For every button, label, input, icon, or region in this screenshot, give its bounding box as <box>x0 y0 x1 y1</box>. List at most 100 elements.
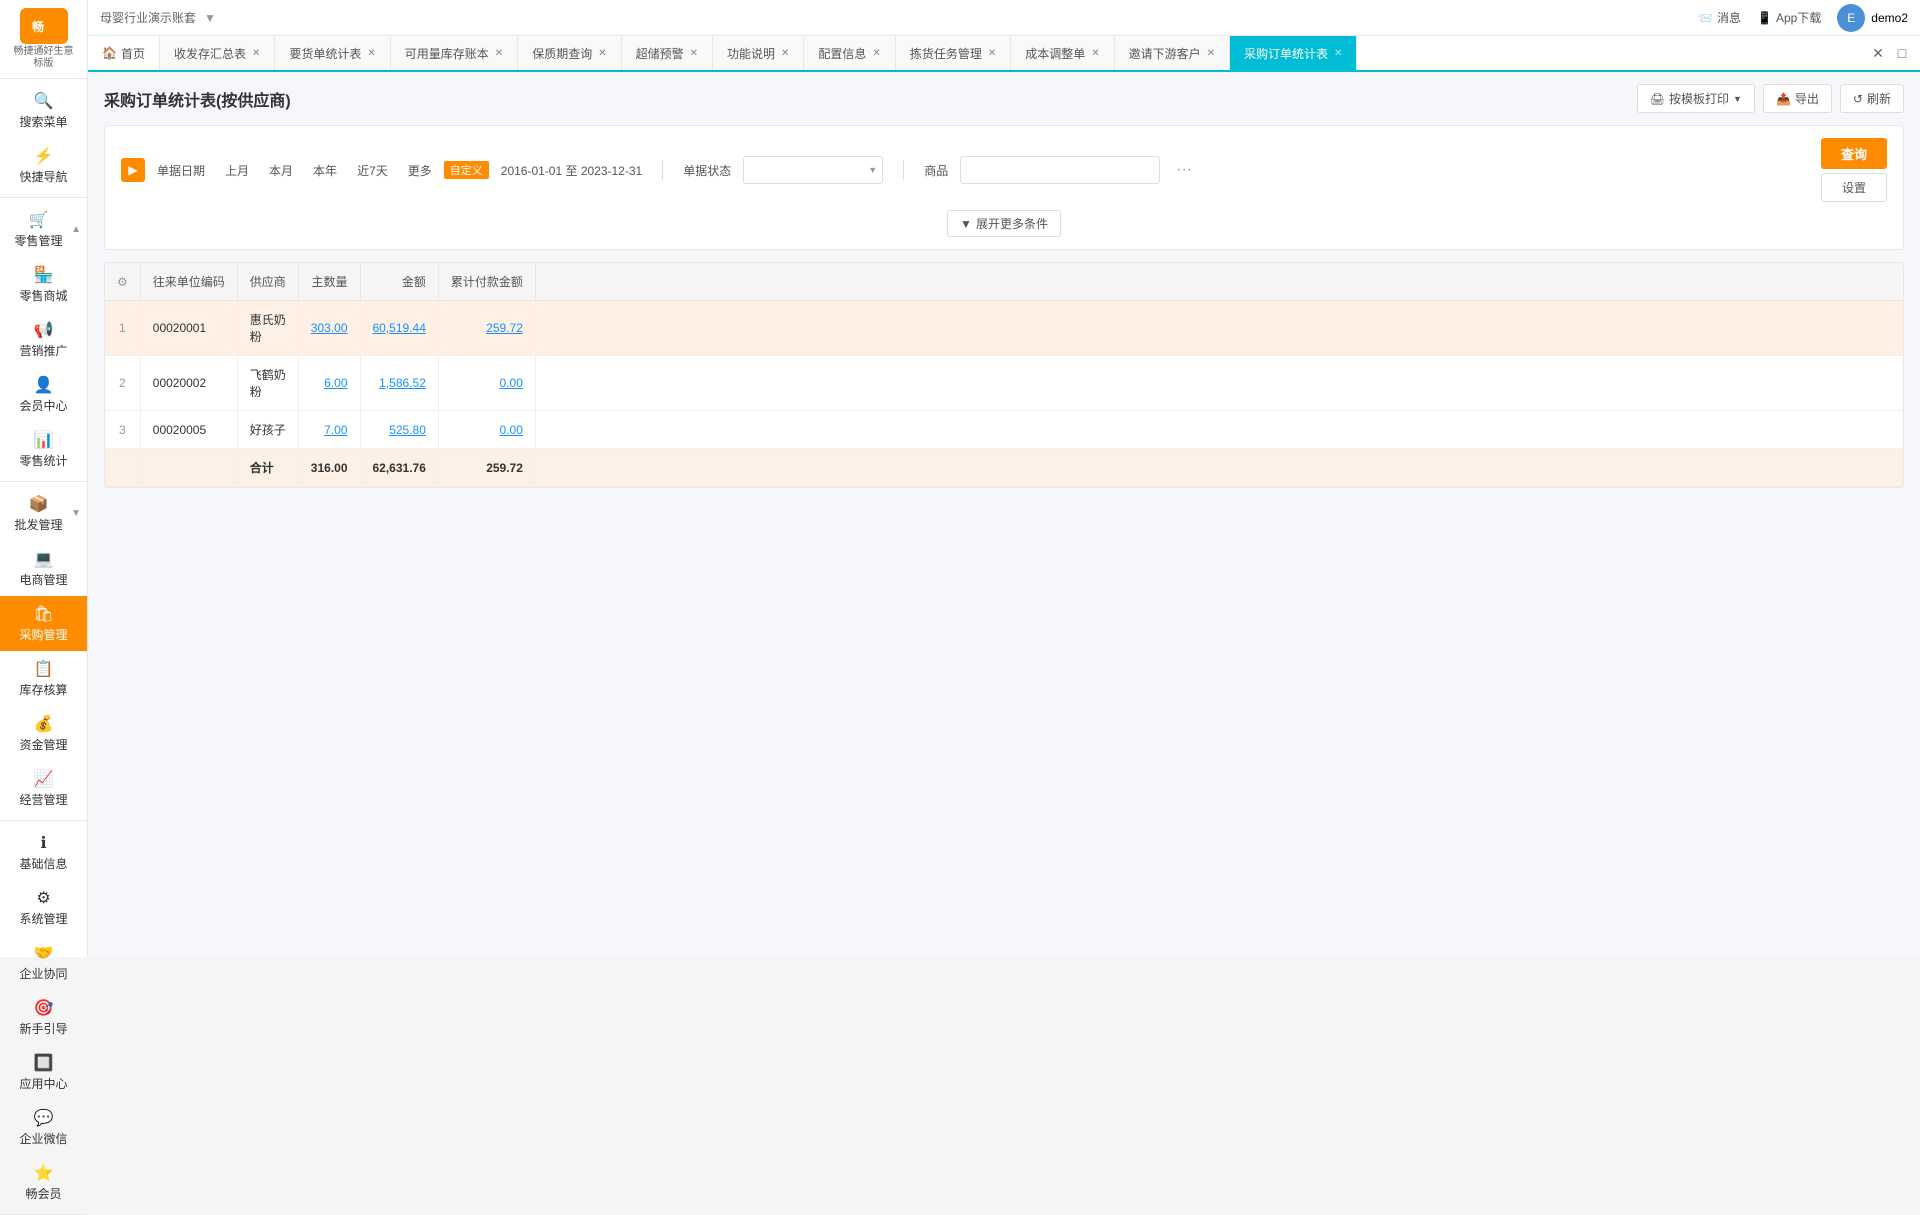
page-title: 采购订单统计表(按供应商) <box>104 87 291 111</box>
sidebar-item-guide[interactable]: 🎯 新手引导 <box>0 990 87 1045</box>
retail-stats-icon: 📊 <box>34 430 54 450</box>
breadcrumb-dropdown-icon[interactable]: ▼ <box>204 11 216 25</box>
date-shortcut-this-month[interactable]: 本月 <box>261 160 301 181</box>
purchase-icon: 🛍 <box>33 604 53 624</box>
topbar: 母婴行业演示账套 ▼ 📨 消息 📱 App下载 E demo2 <box>88 0 1920 36</box>
date-shortcut-more[interactable]: 更多 <box>400 160 440 181</box>
sidebar-item-operations[interactable]: 📈 经营管理 <box>0 761 87 816</box>
sidebar-item-member[interactable]: 👤 会员中心 <box>0 367 87 422</box>
filter-divider <box>662 160 663 180</box>
export-button[interactable]: 📤 导出 <box>1763 84 1832 113</box>
row-empty-2 <box>535 356 1903 411</box>
row-qty-1[interactable]: 303.00 <box>298 301 360 356</box>
sidebar-item-ecommerce[interactable]: 💻 电商管理 <box>0 541 87 596</box>
topbar-right: 📨 消息 📱 App下载 E demo2 <box>1698 4 1908 32</box>
date-custom-tag[interactable]: 自定义 <box>444 161 489 179</box>
tab-item-6[interactable]: 功能说明 ✕ <box>713 36 804 70</box>
date-shortcut-this-year[interactable]: 本年 <box>305 160 345 181</box>
tab-item-2[interactable]: 要货单统计表 ✕ <box>275 36 390 70</box>
sidebar-item-marketing[interactable]: 📢 营销推广 <box>0 312 87 367</box>
sidebar-item-retail-mgmt[interactable]: 🛒 零售管理 ▲ <box>0 202 87 257</box>
tab-maximize-btn[interactable]: □ <box>1892 43 1912 63</box>
sidebar-item-wholesale[interactable]: 📦 批发管理 ▼ <box>0 486 87 541</box>
tab-close-6[interactable]: ✕ <box>781 48 789 59</box>
sidebar-bottom-section: ℹ 基础信息 ⚙ 系统管理 🤝 企业协同 🎯 新手引导 🔲 应用中心 💬 企业微… <box>0 821 87 1215</box>
tab-home[interactable]: 🏠 首页 <box>88 36 160 70</box>
query-buttons: 查询 设置 <box>1821 138 1887 202</box>
tab-close-5[interactable]: ✕ <box>690 48 698 59</box>
more-options-icon[interactable]: ··· <box>1172 161 1196 179</box>
tab-item-1[interactable]: 收发存汇总表 ✕ <box>160 36 275 70</box>
tab-item-3[interactable]: 可用量库存账本 ✕ <box>391 36 518 70</box>
tab-close-all-btn[interactable]: ✕ <box>1868 43 1888 63</box>
col-header-supplier: 供应商 <box>237 263 298 301</box>
tab-close-2[interactable]: ✕ <box>367 48 375 59</box>
query-button[interactable]: 查询 <box>1821 138 1887 169</box>
filter-toggle-btn[interactable]: ▶ <box>121 158 145 182</box>
tab-close-9[interactable]: ✕ <box>1091 48 1099 59</box>
tab-close-8[interactable]: ✕ <box>988 48 996 59</box>
row-paid-2[interactable]: 0.00 <box>438 356 535 411</box>
message-icon: 📨 <box>1698 11 1713 25</box>
tab-close-4[interactable]: ✕ <box>598 48 606 59</box>
user-menu[interactable]: E demo2 <box>1837 4 1908 32</box>
app-download-btn[interactable]: 📱 App下载 <box>1757 9 1821 26</box>
goods-input[interactable] <box>960 156 1160 184</box>
tab-item-7[interactable]: 配置信息 ✕ <box>804 36 895 70</box>
row-amount-3[interactable]: 525.80 <box>360 411 438 449</box>
tab-close-11[interactable]: ✕ <box>1334 48 1342 59</box>
sidebar-item-app-center[interactable]: 🔲 应用中心 <box>0 1045 87 1100</box>
sidebar-item-inventory[interactable]: 📋 库存核算 <box>0 651 87 706</box>
date-shortcut-7days[interactable]: 近7天 <box>349 160 396 181</box>
row-paid-1[interactable]: 259.72 <box>438 301 535 356</box>
sidebar-item-basic-info[interactable]: ℹ 基础信息 <box>0 825 87 880</box>
date-shortcut-last-month[interactable]: 上月 <box>217 160 257 181</box>
expand-more-btn[interactable]: ▼ 展开更多条件 <box>947 210 1061 237</box>
ecommerce-icon: 💻 <box>34 549 54 569</box>
row-qty-3[interactable]: 7.00 <box>298 411 360 449</box>
tab-bar: 🏠 首页 收发存汇总表 ✕ 要货单统计表 ✕ 可用量库存账本 ✕ 保质期查询 ✕… <box>88 36 1920 72</box>
row-paid-3[interactable]: 0.00 <box>438 411 535 449</box>
date-label: 单据日期 <box>157 162 205 179</box>
col-header-amount: 金额 <box>360 263 438 301</box>
home-icon: 🏠 <box>102 46 117 60</box>
tab-item-4[interactable]: 保质期查询 ✕ <box>518 36 621 70</box>
tab-item-10[interactable]: 邀请下游客户 ✕ <box>1115 36 1230 70</box>
row-amount-1[interactable]: 60,519.44 <box>360 301 438 356</box>
row-qty-2[interactable]: 6.00 <box>298 356 360 411</box>
sidebar-item-search[interactable]: 🔍 搜索菜单 <box>0 83 87 138</box>
sidebar-item-retail-shop[interactable]: 🏪 零售商城 <box>0 257 87 312</box>
tab-item-9[interactable]: 成本调整单 ✕ <box>1011 36 1114 70</box>
sidebar-item-finance[interactable]: 💰 资金管理 <box>0 706 87 761</box>
sidebar-item-system[interactable]: ⚙ 系统管理 <box>0 880 87 935</box>
sidebar-item-wechat[interactable]: 💬 企业微信 <box>0 1100 87 1155</box>
sidebar-item-collab[interactable]: 🤝 企业协同 <box>0 935 87 990</box>
footer-settings-col <box>105 449 140 487</box>
print-button[interactable]: 🖨 按模板打印 ▼ <box>1637 84 1755 113</box>
settings-button[interactable]: 设置 <box>1821 173 1887 202</box>
tab-item-11[interactable]: 采购订单统计表 ✕ <box>1230 36 1357 70</box>
tab-close-10[interactable]: ✕ <box>1207 48 1215 59</box>
refresh-button[interactable]: ↺ 刷新 <box>1840 84 1904 113</box>
tab-close-3[interactable]: ✕ <box>495 48 503 59</box>
collab-icon: 🤝 <box>34 943 54 963</box>
table-row: 1 00020001 惠氏奶粉 303.00 60,519.44 259.72 <box>105 301 1903 356</box>
footer-paid: 259.72 <box>438 449 535 487</box>
finance-icon: 💰 <box>34 714 54 734</box>
tab-item-5[interactable]: 超储预警 ✕ <box>622 36 713 70</box>
col-header-empty <box>535 263 1903 301</box>
sidebar-item-quick-nav[interactable]: ⚡ 快捷导航 <box>0 138 87 193</box>
app-center-icon: 🔲 <box>34 1053 54 1073</box>
date-shortcuts: 上月 本月 本年 近7天 更多 自定义 <box>217 160 489 181</box>
row-amount-2[interactable]: 1,586.52 <box>360 356 438 411</box>
status-select[interactable] <box>743 156 883 184</box>
tab-close-1[interactable]: ✕ <box>252 48 260 59</box>
tab-close-7[interactable]: ✕ <box>872 48 880 59</box>
sidebar-item-purchase[interactable]: 🛍 采购管理 <box>0 596 87 651</box>
sidebar-item-vip[interactable]: ⭐ 畅会员 <box>0 1155 87 1210</box>
sidebar-item-retail-stats[interactable]: 📊 零售统计 <box>0 422 87 477</box>
col-header-settings[interactable]: ⚙ <box>105 263 140 301</box>
message-btn[interactable]: 📨 消息 <box>1698 9 1741 26</box>
tab-item-8[interactable]: 拣货任务管理 ✕ <box>896 36 1011 70</box>
footer-code-col <box>140 449 237 487</box>
